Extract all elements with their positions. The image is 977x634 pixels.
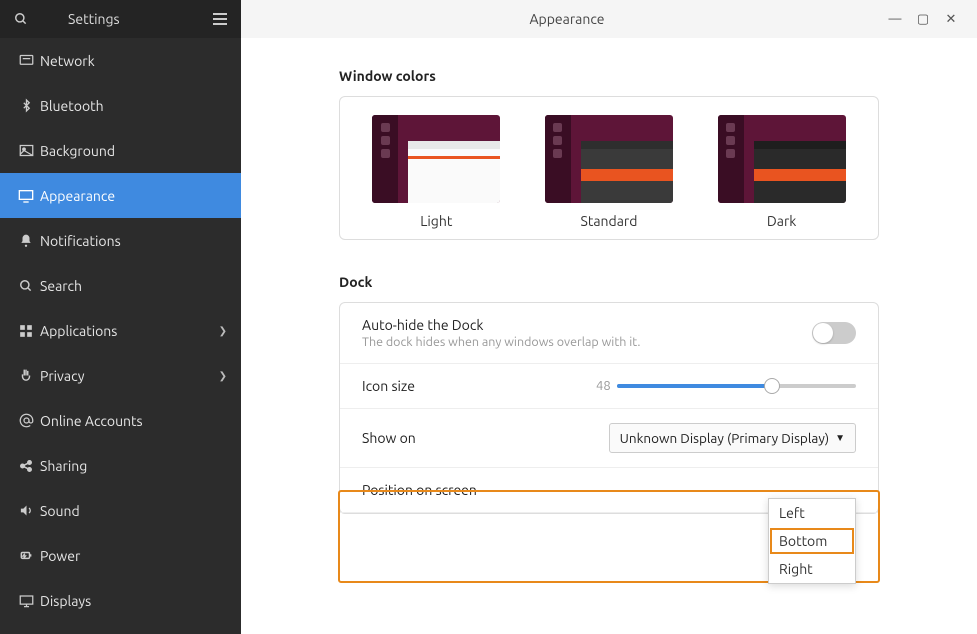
search-icon[interactable] (14, 12, 28, 26)
chevron-right-icon: ❯ (219, 325, 227, 337)
maximize-button[interactable]: ▢ (909, 12, 937, 27)
sidebar-item-online-accounts[interactable]: Online Accounts (0, 398, 241, 443)
sidebar-item-network[interactable]: Network (0, 38, 241, 83)
close-button[interactable]: ✕ (937, 12, 965, 27)
share-icon (14, 459, 38, 473)
settings-title: Settings (68, 11, 213, 27)
sidebar-item-label: Sound (40, 503, 227, 519)
monitor-icon (14, 594, 38, 608)
theme-light[interactable]: Light (372, 115, 500, 229)
position-popup: Left Bottom Right (768, 498, 856, 584)
autohide-sub: The dock hides when any windows overlap … (362, 335, 812, 349)
bell-icon (14, 233, 38, 248)
search-icon (14, 279, 38, 293)
image-icon (14, 144, 38, 157)
sidebar-item-label: Power (40, 548, 227, 564)
theme-preview-standard (545, 115, 673, 203)
sidebar-item-notifications[interactable]: Notifications (0, 218, 241, 263)
row-showon: Show on Unknown Display (Primary Display… (340, 409, 878, 468)
autohide-label-group: Auto-hide the Dock The dock hides when a… (362, 317, 812, 349)
display-icon (14, 189, 38, 203)
sidebar-item-label: Privacy (40, 368, 219, 384)
theme-preview-dark (718, 115, 846, 203)
sidebar-item-label: Network (40, 53, 227, 69)
iconsize-label: Icon size (362, 378, 596, 394)
slider-thumb[interactable] (764, 378, 780, 394)
window-title: Appearance (253, 11, 881, 27)
volume-icon (14, 504, 38, 517)
sidebar-item-label: Displays (40, 593, 227, 609)
sidebar-items: Network Bluetooth Background Appearance … (0, 38, 241, 634)
sidebar-item-label: Notifications (40, 233, 227, 249)
network-icon (14, 53, 38, 68)
sidebar-item-label: Bluetooth (40, 98, 227, 114)
position-option-left[interactable]: Left (769, 499, 855, 527)
showon-value: Unknown Display (Primary Display) (620, 430, 829, 446)
theme-label: Light (372, 213, 500, 229)
sidebar-item-label: Appearance (40, 188, 227, 204)
bluetooth-icon (14, 98, 38, 113)
chevron-right-icon: ❯ (219, 370, 227, 382)
main-panel: Appearance — ▢ ✕ Window colors Light Sta… (241, 0, 977, 634)
dropdown-arrow-icon: ▼ (835, 432, 845, 444)
section-dock: Dock (339, 274, 879, 290)
sidebar-item-applications[interactable]: Applications❯ (0, 308, 241, 353)
autohide-toggle[interactable] (812, 322, 856, 344)
sidebar-item-label: Background (40, 143, 227, 159)
sidebar-item-background[interactable]: Background (0, 128, 241, 173)
section-window-colors: Window colors (339, 68, 879, 84)
dock-settings: Auto-hide the Dock The dock hides when a… (339, 302, 879, 514)
at-icon (14, 413, 38, 428)
titlebar: Appearance — ▢ ✕ (241, 0, 977, 38)
sidebar: Settings Network Bluetooth Background Ap… (0, 0, 241, 634)
sidebar-item-bluetooth[interactable]: Bluetooth (0, 83, 241, 128)
showon-label: Show on (362, 430, 609, 446)
iconsize-value: 48 (596, 379, 611, 393)
sidebar-item-label: Search (40, 278, 227, 294)
hamburger-icon[interactable] (213, 13, 227, 25)
slider-track[interactable] (617, 384, 856, 388)
position-label: Position on screen (362, 482, 856, 498)
sidebar-item-power[interactable]: Power (0, 533, 241, 578)
minimize-button[interactable]: — (881, 12, 909, 26)
sidebar-item-privacy[interactable]: Privacy❯ (0, 353, 241, 398)
hand-icon (14, 368, 38, 383)
sidebar-header: Settings (0, 0, 241, 38)
sidebar-item-label: Online Accounts (40, 413, 227, 429)
position-option-right[interactable]: Right (769, 555, 855, 583)
row-iconsize: Icon size 48 (340, 364, 878, 409)
autohide-label: Auto-hide the Dock (362, 317, 812, 333)
theme-dark[interactable]: Dark (718, 115, 846, 229)
theme-selector: Light Standard Dark (339, 96, 879, 240)
position-option-bottom[interactable]: Bottom (769, 527, 855, 555)
theme-label: Standard (545, 213, 673, 229)
theme-preview-light (372, 115, 500, 203)
sidebar-item-label: Applications (40, 323, 219, 339)
theme-standard[interactable]: Standard (545, 115, 673, 229)
sidebar-item-sound[interactable]: Sound (0, 488, 241, 533)
sidebar-item-displays[interactable]: Displays (0, 578, 241, 623)
content: Window colors Light Standard Dark Dock A… (241, 38, 977, 634)
power-icon (14, 549, 38, 563)
theme-label: Dark (718, 213, 846, 229)
sidebar-item-label: Sharing (40, 458, 227, 474)
iconsize-slider[interactable]: 48 (596, 379, 856, 393)
sidebar-item-sharing[interactable]: Sharing (0, 443, 241, 488)
grid-icon (14, 324, 38, 338)
showon-dropdown[interactable]: Unknown Display (Primary Display) ▼ (609, 423, 856, 453)
sidebar-item-appearance[interactable]: Appearance (0, 173, 241, 218)
row-autohide: Auto-hide the Dock The dock hides when a… (340, 303, 878, 364)
sidebar-item-search[interactable]: Search (0, 263, 241, 308)
